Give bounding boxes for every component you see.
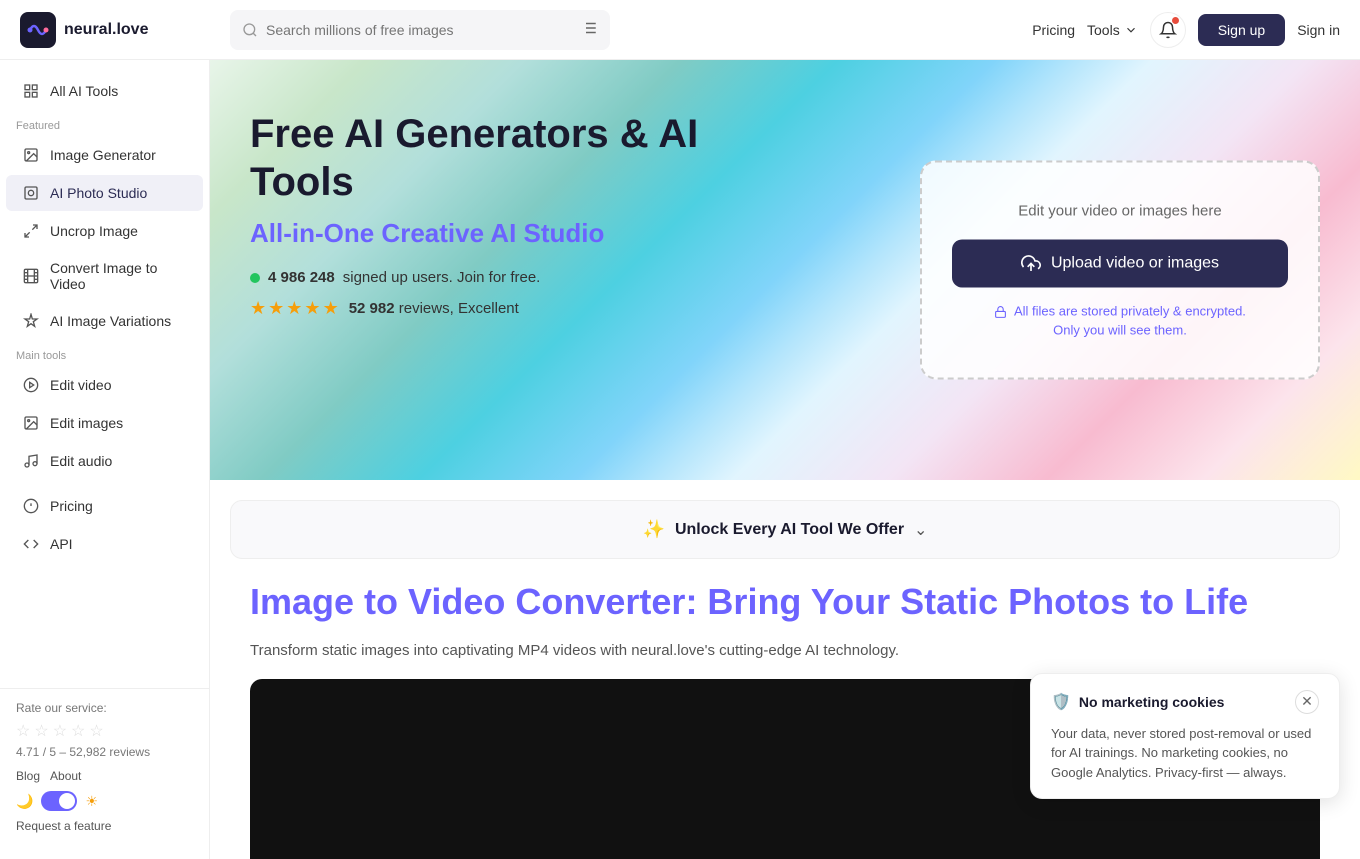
green-dot [250, 273, 260, 283]
signup-button[interactable]: Sign up [1198, 14, 1285, 46]
star-2: ☆ [34, 721, 48, 741]
notification-dot [1172, 17, 1179, 24]
upload-privacy: All files are stored privately & encrypt… [952, 303, 1288, 337]
cookie-header: 🛡️ No marketing cookies ✕ [1051, 690, 1319, 714]
hero-reviews: ★ ★ ★ ★ ★ 52 982 reviews, Excellent [250, 298, 750, 319]
header-right: Pricing Tools Sign up Sign in [1032, 12, 1340, 48]
sidebar-item-uncrop[interactable]: Uncrop Image [6, 213, 203, 249]
sidebar-item-image-generator[interactable]: Image Generator [6, 137, 203, 173]
photo-studio-icon [22, 184, 40, 202]
hero-text: Free AI Generators & AI Tools All-in-One… [250, 110, 750, 319]
sidebar-item-edit-video[interactable]: Edit video [6, 367, 203, 403]
star-3: ☆ [53, 721, 67, 741]
lock-icon [994, 306, 1007, 319]
moon-icon: 🌙 [16, 793, 33, 810]
api-icon [22, 535, 40, 553]
star-1: ☆ [16, 721, 30, 741]
sun-icon: ☀ [85, 793, 98, 810]
sidebar-item-edit-audio[interactable]: Edit audio [6, 443, 203, 479]
theme-toggle-wrap: 🌙 ☀ [16, 791, 193, 811]
hero-section: Free AI Generators & AI Tools All-in-One… [210, 60, 1360, 480]
upload-card: Edit your video or images here Upload vi… [920, 160, 1320, 379]
search-filter-button[interactable] [580, 19, 598, 40]
sidebar-item-all-tools[interactable]: All AI Tools [6, 73, 203, 109]
sparkle-icon [22, 312, 40, 330]
theme-toggle[interactable] [41, 791, 77, 811]
notifications-button[interactable] [1150, 12, 1186, 48]
sidebar: All AI Tools Featured Image Generator AI… [0, 60, 210, 859]
footer-links: Blog About [16, 769, 193, 783]
star-4: ☆ [71, 721, 85, 741]
about-link[interactable]: About [50, 769, 81, 783]
play-icon [22, 376, 40, 394]
users-count: 4 986 248 [268, 269, 335, 286]
logo-icon [20, 12, 56, 48]
shield-icon: 🛡️ [1051, 692, 1071, 712]
audio-icon [22, 452, 40, 470]
toggle-thumb [59, 793, 75, 809]
signin-button[interactable]: Sign in [1297, 22, 1340, 38]
hero-subtitle: All-in-One Creative AI Studio [250, 218, 750, 249]
pricing-icon [22, 497, 40, 515]
cookie-title: No marketing cookies [1079, 694, 1225, 710]
unlock-sparkle-icon: ✨ [643, 519, 665, 540]
cookie-close-button[interactable]: ✕ [1295, 690, 1319, 714]
star-5: ☆ [89, 721, 103, 741]
upload-hint: Edit your video or images here [952, 202, 1288, 219]
cookie-banner: 🛡️ No marketing cookies ✕ Your data, nev… [1030, 673, 1340, 800]
rate-label: Rate our service: [16, 701, 193, 715]
review-stars: ★ ★ ★ ★ ★ [250, 298, 339, 319]
header: neural.love Pricing Tools Sign up Sign i… [0, 0, 1360, 60]
upload-button[interactable]: Upload video or images [952, 239, 1288, 287]
review-text: 52 982 reviews, Excellent [349, 300, 519, 317]
sidebar-item-convert-video[interactable]: Convert Image to Video [6, 251, 203, 301]
edit-image-icon [22, 414, 40, 432]
logo-text: neural.love [64, 21, 148, 39]
featured-section-label: Featured [0, 110, 209, 136]
search-input[interactable] [266, 22, 572, 38]
expand-icon [22, 222, 40, 240]
sidebar-bottom: Rate our service: ☆ ☆ ☆ ☆ ☆ 4.71 / 5 – 5… [0, 688, 209, 847]
pricing-nav-link[interactable]: Pricing [1032, 22, 1075, 38]
sidebar-item-edit-images[interactable]: Edit images [6, 405, 203, 441]
upload-icon [1021, 253, 1041, 273]
search-bar [230, 10, 610, 50]
tools-nav-button[interactable]: Tools [1087, 22, 1138, 38]
section-title: Image to Video Converter: Bring Your Sta… [250, 579, 1320, 626]
main-tools-section-label: Main tools [0, 340, 209, 366]
sidebar-stars: ☆ ☆ ☆ ☆ ☆ [16, 721, 193, 741]
users-suffix: signed up users. Join for free. [343, 269, 541, 286]
request-feature-link[interactable]: Request a feature [16, 819, 111, 833]
unlock-banner[interactable]: ✨ Unlock Every AI Tool We Offer ⌄ [230, 500, 1340, 559]
image-generator-icon [22, 146, 40, 164]
chevron-down-icon [1124, 23, 1138, 37]
rating-text: 4.71 / 5 – 52,982 reviews [16, 745, 193, 759]
unlock-text: Unlock Every AI Tool We Offer [675, 521, 904, 539]
sidebar-item-photo-studio[interactable]: AI Photo Studio [6, 175, 203, 211]
sidebar-item-pricing[interactable]: Pricing [6, 488, 203, 524]
logo[interactable]: neural.love [20, 12, 230, 48]
search-icon [242, 22, 258, 38]
blog-link[interactable]: Blog [16, 769, 40, 783]
unlock-chevron-icon: ⌄ [914, 520, 927, 540]
grid-icon [22, 82, 40, 100]
hero-users: 4 986 248 signed up users. Join for free… [250, 269, 750, 286]
filter-icon [580, 19, 598, 37]
film-icon [22, 267, 40, 285]
sidebar-item-image-variations[interactable]: AI Image Variations [6, 303, 203, 339]
sidebar-item-api[interactable]: API [6, 526, 203, 562]
section-desc: Transform static images into captivating… [250, 642, 1320, 659]
hero-title: Free AI Generators & AI Tools [250, 110, 750, 206]
cookie-body: Your data, never stored post-removal or … [1051, 724, 1319, 783]
